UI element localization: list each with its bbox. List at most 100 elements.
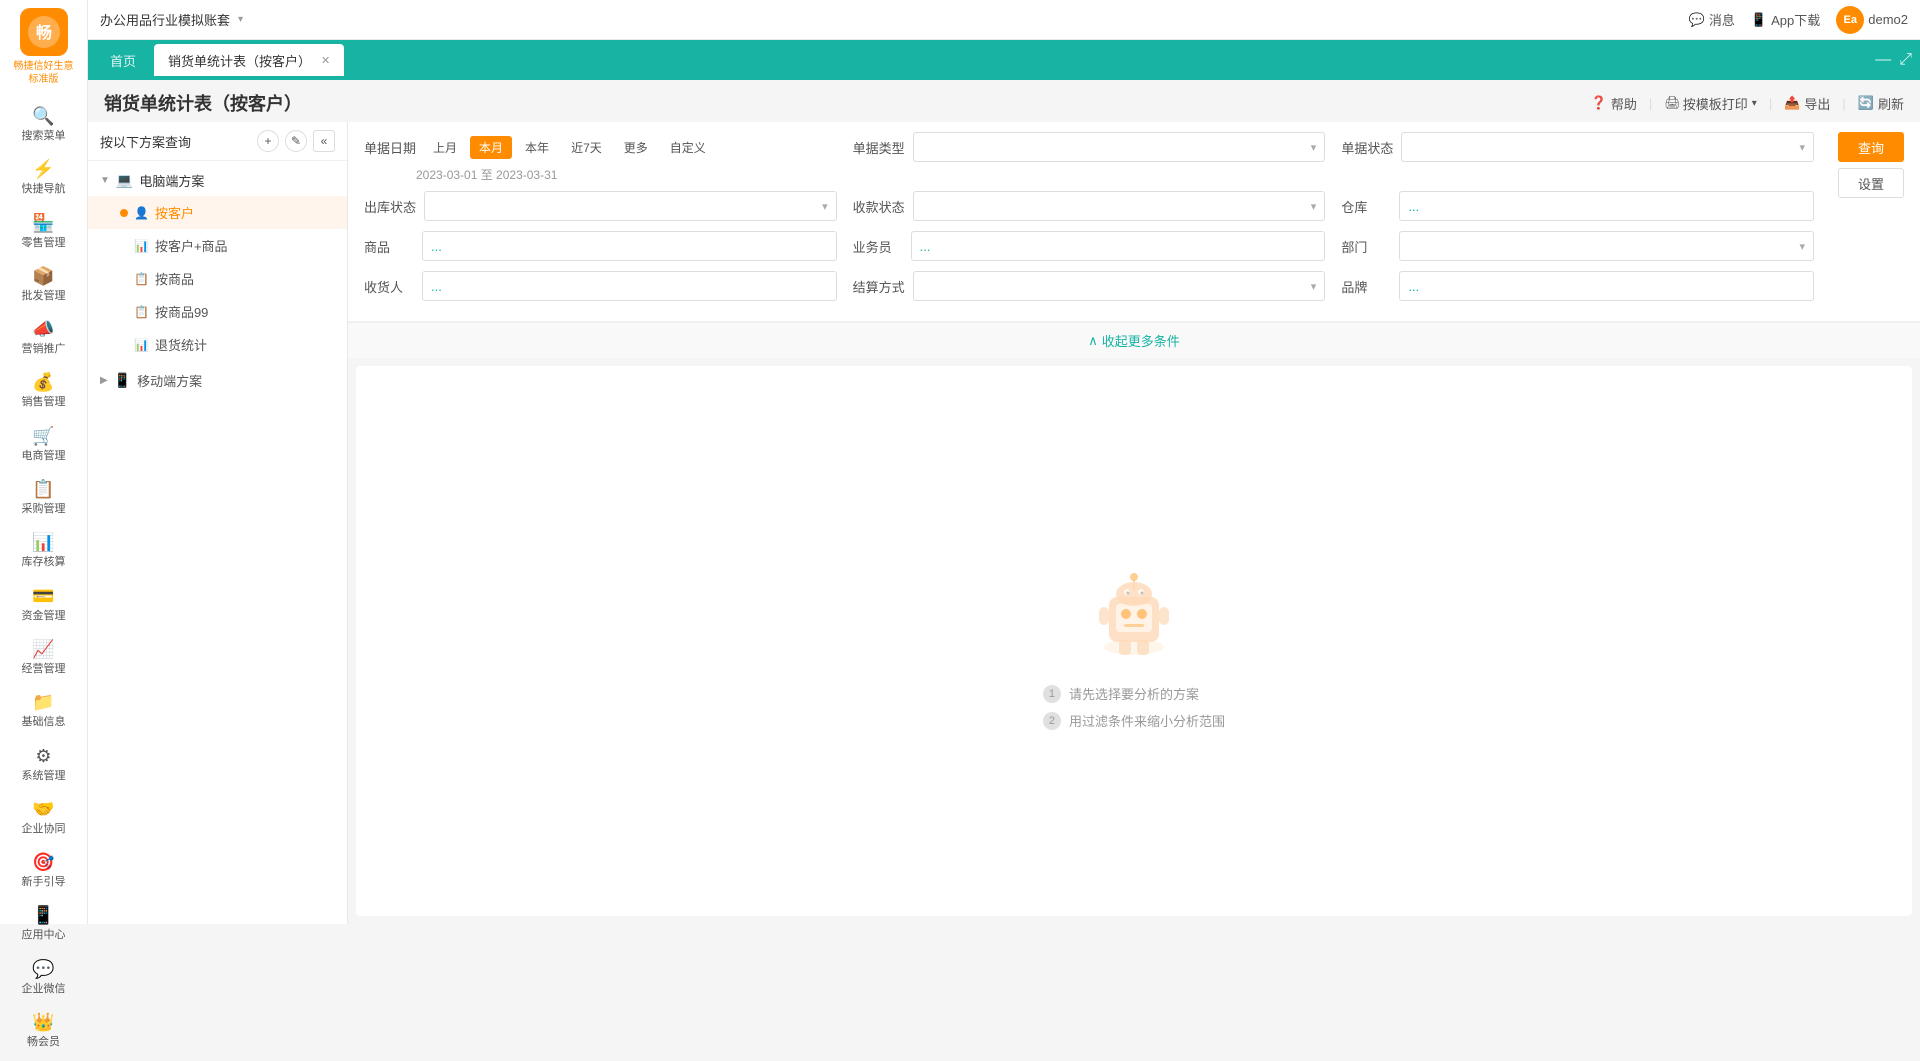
goods-select[interactable]: ... (422, 231, 837, 261)
scheme-item-by-customer[interactable]: 👤 按客户 (88, 196, 347, 229)
sidebar-item-search-menu[interactable]: 🔍 搜索菜单 (0, 98, 87, 151)
sidebar-item-sales[interactable]: 💰 销售管理 (0, 364, 87, 417)
sidebar-item-marketing[interactable]: 📣 营销推广 (0, 311, 87, 364)
warehouse-dots: ... (1408, 199, 1419, 214)
scheme-item-by-goods[interactable]: 📋 按商品 (88, 262, 347, 295)
collapse-bar[interactable]: ∧ 收起更多条件 (348, 322, 1920, 358)
sidebar-item-operations[interactable]: 📈 经营管理 (0, 631, 87, 684)
desktop-expand-icon: ▼ (100, 175, 110, 186)
tab-home[interactable]: 首页 (96, 44, 150, 76)
out-status-filter-group: 出库状态 ▾ (364, 191, 837, 221)
scheme-item-label: 按商品99 (155, 302, 208, 321)
sidebar-item-label: 基础信息 (22, 715, 66, 729)
export-btn[interactable]: 📤 导出 (1784, 94, 1830, 113)
receiver-select[interactable]: ... (422, 271, 837, 301)
user-profile[interactable]: Ea demo2 (1836, 6, 1908, 34)
sidebar: 畅 畅捷信好生意 标准版 🔍 搜索菜单 ⚡ 快捷导航 🏪 零售管理 📦 批发管理… (0, 0, 88, 924)
receiver-dots: ... (431, 279, 442, 294)
date-last-7-btn[interactable]: 近7天 (562, 136, 611, 159)
app-logo[interactable]: 畅 畅捷信好生意 标准版 (0, 0, 87, 94)
scheme-item-label: 按客户 (155, 203, 194, 222)
tab-sales-stat[interactable]: 销货单统计表（按客户） ✕ (154, 44, 344, 76)
sidebar-item-inventory[interactable]: 📊 库存核算 (0, 524, 87, 577)
sidebar-item-label: 营销推广 (22, 342, 66, 356)
app-download-label: App下载 (1771, 10, 1820, 29)
date-more-btn[interactable]: 更多 (615, 136, 657, 159)
warehouse-select[interactable]: ... (1399, 191, 1814, 221)
scheme-item-by-goods-99[interactable]: 📋 按商品99 (88, 295, 347, 328)
receipt-status-select[interactable]: ▾ (913, 191, 1326, 221)
help-btn[interactable]: ❓ 帮助 (1591, 94, 1637, 113)
doc-status-select[interactable]: ▾ (1401, 132, 1814, 162)
new-guide-icon: 🎯 (32, 852, 54, 873)
sidebar-item-label: 资金管理 (22, 609, 66, 623)
app-download-btn[interactable]: 📱 App下载 (1751, 10, 1820, 29)
date-this-month-btn[interactable]: 本月 (470, 136, 512, 159)
tip-label-2: 用过滤条件来缩小分析范围 (1069, 711, 1225, 730)
settlement-arrow-icon: ▾ (1311, 280, 1317, 293)
settings-button[interactable]: 设置 (1838, 168, 1904, 198)
window-minimize-icon[interactable]: — (1875, 51, 1891, 69)
date-this-year-btn[interactable]: 本年 (516, 136, 558, 159)
department-select[interactable]: ▾ (1399, 231, 1814, 261)
date-custom-btn[interactable]: 自定义 (661, 136, 715, 159)
scheme-edit-btn[interactable]: ✎ (285, 130, 307, 152)
sidebar-item-member[interactable]: 👑 畅会员 (0, 1004, 87, 1057)
mobile-icon: 📱 (114, 372, 131, 389)
app-download-icon: 📱 (1751, 12, 1767, 28)
scheme-add-btn[interactable]: + (257, 130, 279, 152)
sidebar-item-label: 零售管理 (22, 236, 66, 250)
department-filter-group: 部门 ▾ (1341, 231, 1814, 261)
avatar: Ea (1836, 6, 1864, 34)
sidebar-item-purchase[interactable]: 📋 采购管理 (0, 471, 87, 524)
receipt-status-arrow-icon: ▾ (1311, 200, 1317, 213)
refresh-icon: 🔄 (1858, 95, 1874, 111)
date-range-display: 2023-03-01 至 2023-03-31 (416, 168, 557, 182)
settlement-select[interactable]: ▾ (913, 271, 1326, 301)
scheme-panel: 按以下方案查询 + ✎ « ▼ 💻 电脑端方案 👤 (88, 122, 348, 924)
separator1: | (1649, 96, 1652, 111)
sidebar-item-enterprise-wechat[interactable]: 💬 企业微信 (0, 951, 87, 1004)
date-last-month-btn[interactable]: 上月 (424, 136, 466, 159)
right-panel: 单据日期 上月 本月 本年 近7天 更多 自定义 (348, 122, 1920, 924)
mobile-group[interactable]: ▶ 📱 移动端方案 (88, 365, 347, 396)
window-maximize-icon[interactable]: ⤢ (1899, 51, 1912, 69)
by-goods-icon: 📋 (134, 272, 149, 286)
sidebar-item-ecommerce[interactable]: 🛒 电商管理 (0, 418, 87, 471)
salesperson-select[interactable]: ... (911, 231, 1326, 261)
scheme-item-label: 按商品 (155, 269, 194, 288)
goods-dots: ... (431, 239, 442, 254)
refresh-btn[interactable]: 🔄 刷新 (1858, 94, 1904, 113)
tip-num-1: 1 (1043, 685, 1061, 703)
cooperation-icon: 🤝 (32, 799, 54, 820)
scheme-item-return-stat[interactable]: 📊 退货统计 (88, 328, 347, 361)
page-actions: ❓ 帮助 | 🖨 按模板打印 ▾ | 📤 导出 | 🔄 刷新 (1591, 94, 1904, 113)
sidebar-item-finance[interactable]: 💳 资金管理 (0, 578, 87, 631)
print-btn[interactable]: 🖨 按模板打印 ▾ (1664, 94, 1757, 113)
sidebar-item-new-guide[interactable]: 🎯 新手引导 (0, 844, 87, 897)
scheme-collapse-btn[interactable]: « (313, 130, 335, 152)
by-customer-icon: 👤 (134, 206, 149, 220)
sidebar-item-quick-nav[interactable]: ⚡ 快捷导航 (0, 151, 87, 204)
sidebar-item-retail[interactable]: 🏪 零售管理 (0, 205, 87, 258)
scheme-item-by-customer-goods[interactable]: 📊 按客户+商品 (88, 229, 347, 262)
sidebar-item-wholesale[interactable]: 📦 批发管理 (0, 258, 87, 311)
desktop-group-title[interactable]: ▼ 💻 电脑端方案 (88, 165, 347, 196)
industry-dropdown-icon[interactable]: ▾ (238, 14, 243, 25)
brand-select[interactable]: ... (1399, 271, 1814, 301)
goods-filter-group: 商品 ... (364, 231, 837, 261)
industry-label[interactable]: 办公用品行业模拟账套 (100, 10, 230, 29)
salesperson-label: 业务员 (853, 237, 903, 256)
print-dropdown-icon: ▾ (1752, 98, 1757, 109)
sidebar-item-basic-info[interactable]: 📁 基础信息 (0, 684, 87, 737)
tab-close-icon[interactable]: ✕ (321, 54, 330, 67)
message-btn[interactable]: 💬 消息 (1689, 10, 1735, 29)
out-status-select[interactable]: ▾ (424, 191, 837, 221)
topbar: 办公用品行业模拟账套 ▾ 💬 消息 📱 App下载 Ea demo2 (88, 0, 1920, 40)
doc-type-select[interactable]: ▾ (913, 132, 1326, 162)
sidebar-item-app-center[interactable]: 📱 应用中心 (0, 897, 87, 950)
sidebar-item-system[interactable]: ⚙ 系统管理 (0, 738, 87, 791)
topbar-right: 💬 消息 📱 App下载 Ea demo2 (1689, 6, 1908, 34)
query-button[interactable]: 查询 (1838, 132, 1904, 162)
sidebar-item-cooperation[interactable]: 🤝 企业协同 (0, 791, 87, 844)
